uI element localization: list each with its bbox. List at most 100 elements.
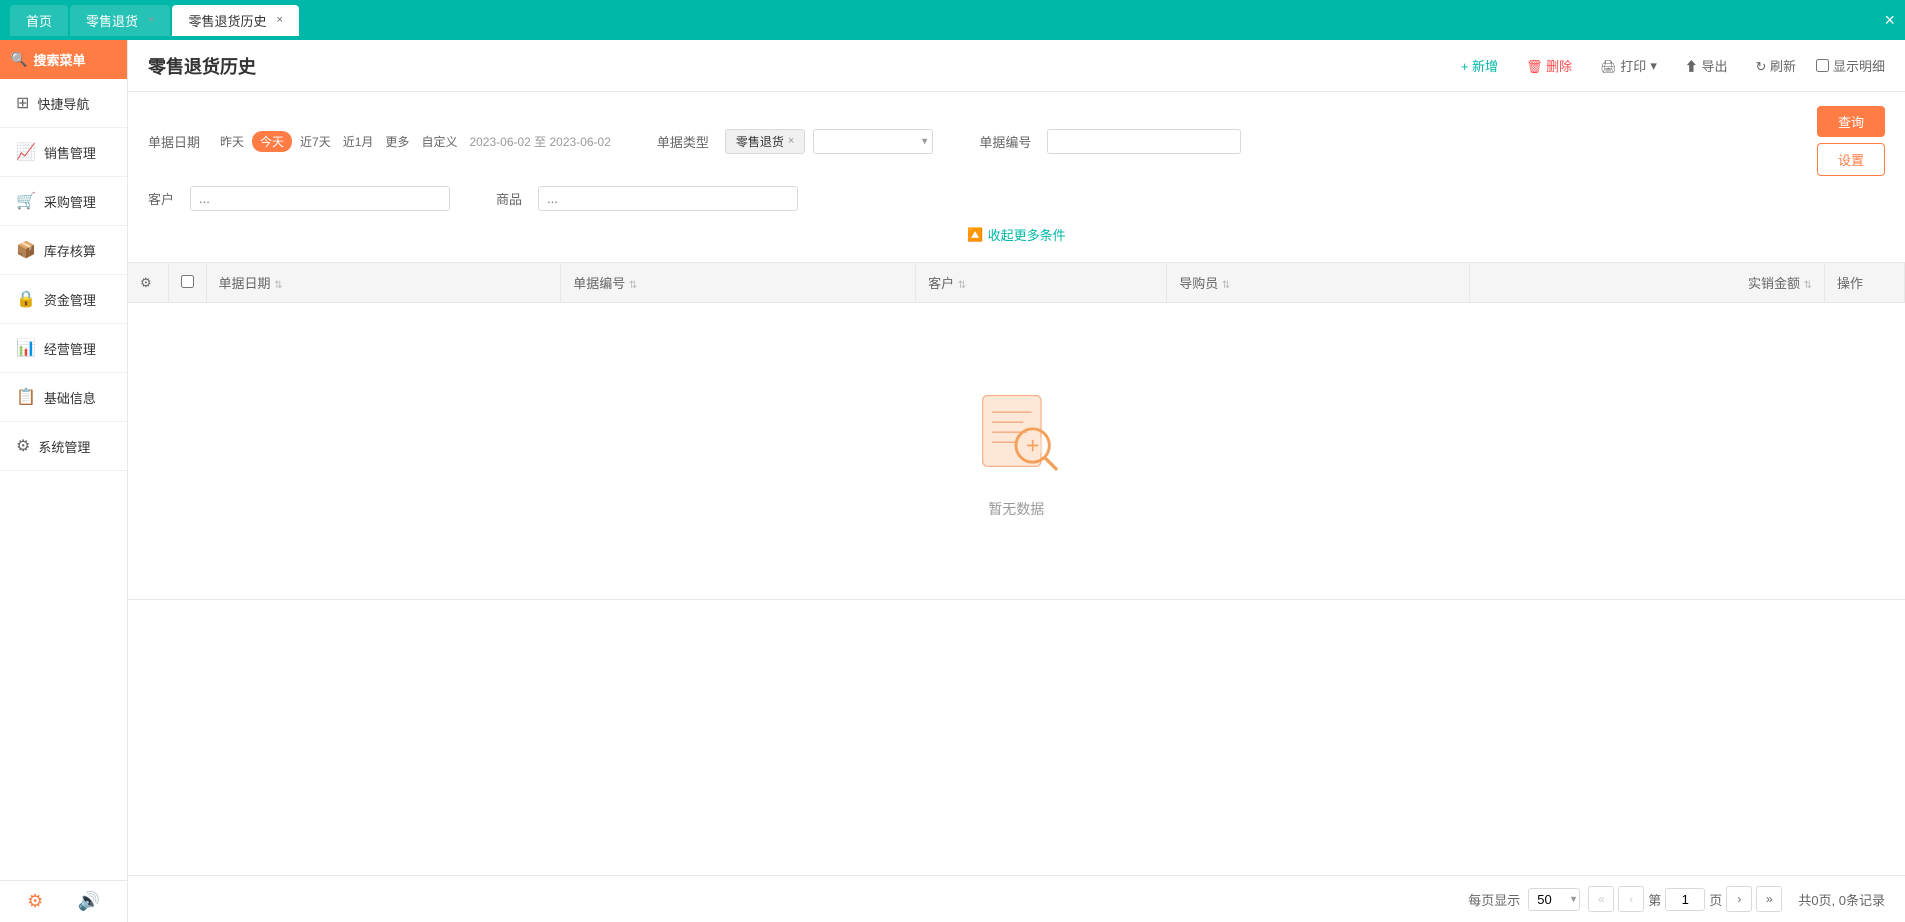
type-filter-label: 单据类型 xyxy=(657,132,709,151)
query-button[interactable]: 查询 xyxy=(1817,106,1885,137)
next-page-button[interactable]: › xyxy=(1726,886,1752,912)
customer-filter-input[interactable] xyxy=(190,186,450,211)
table-body: 暂无数据 xyxy=(128,303,1905,600)
th-date[interactable]: 单据日期 xyxy=(206,263,561,303)
th-check[interactable] xyxy=(168,263,206,303)
basic-info-icon: 📋 xyxy=(16,387,36,407)
header-actions: + 新增 🗑 删除 🖨 打印 ▾ ⬆ 导出 ↻ 刷新 显示明细 xyxy=(1453,52,1885,79)
display-switch-label: 显示明细 xyxy=(1833,56,1885,75)
refresh-label: ↻ 刷新 xyxy=(1755,56,1796,75)
page-header: 零售退货历史 + 新增 🗑 删除 🖨 打印 ▾ ⬆ 导出 ↻ 刷新 xyxy=(128,40,1905,92)
sidebar-item-quick-nav[interactable]: ⊞ 快捷导航 xyxy=(0,79,127,128)
th-number[interactable]: 单据编号 xyxy=(561,263,916,303)
page-input[interactable] xyxy=(1665,888,1705,911)
sidebar-item-inventory-label: 库存核算 xyxy=(44,241,96,260)
system-icon: ⚙ xyxy=(16,436,30,456)
print-dropdown-icon[interactable]: ▾ xyxy=(1650,58,1657,74)
settings-button[interactable]: 设置 xyxy=(1817,143,1885,176)
sidebar-search-label: 搜索菜单 xyxy=(33,50,85,69)
sidebar-item-operations[interactable]: 📊 经营管理 xyxy=(0,324,127,373)
tab-home[interactable]: 首页 xyxy=(10,5,68,36)
date-btn-yesterday[interactable]: 昨天 xyxy=(216,131,248,152)
last-page-button[interactable]: » xyxy=(1756,886,1782,912)
sidebar-item-sales-label: 销售管理 xyxy=(44,143,96,162)
tab-return-history-close[interactable]: × xyxy=(276,14,282,26)
sidebar-item-operations-label: 经营管理 xyxy=(44,339,96,358)
collapse-button[interactable]: 🔼 收起更多条件 xyxy=(955,221,1077,248)
audio-footer-icon[interactable]: 🔊 xyxy=(77,891,99,912)
sales-icon: 📈 xyxy=(16,142,36,162)
type-select[interactable] xyxy=(813,129,933,154)
window-close-button[interactable]: × xyxy=(1884,10,1895,31)
table-header: ⚙ 单据日期 单据编号 客户 xyxy=(128,263,1905,303)
operations-icon: 📊 xyxy=(16,338,36,358)
filter-row-1: 单据日期 昨天 今天 近7天 近1月 更多 自定义 2023-06-02 至 2… xyxy=(148,106,1885,176)
sidebar-item-basic-info[interactable]: 📋 基础信息 xyxy=(0,373,127,422)
sidebar-item-purchase-mgmt[interactable]: 🛒 采购管理 xyxy=(0,177,127,226)
sidebar: 🔍 搜索菜单 ⊞ 快捷导航 📈 销售管理 🛒 采购管理 📦 库存核算 🔒 xyxy=(0,40,128,922)
th-amount[interactable]: 实销金额 xyxy=(1470,263,1825,303)
date-btn-1month[interactable]: 近1月 xyxy=(339,131,378,152)
content-area: 零售退货历史 + 新增 🗑 删除 🖨 打印 ▾ ⬆ 导出 ↻ 刷新 xyxy=(128,40,1905,922)
sidebar-item-finance[interactable]: 🔒 资金管理 xyxy=(0,275,127,324)
settings-footer-icon[interactable]: ⚙ xyxy=(27,891,43,912)
tab-return-close[interactable]: × xyxy=(148,14,154,26)
type-tag-value: 零售退货 xyxy=(736,133,784,150)
select-all-checkbox[interactable] xyxy=(181,275,194,288)
page-label: 第 xyxy=(1648,890,1661,909)
display-switch[interactable]: 显示明细 xyxy=(1816,56,1885,75)
per-page-label: 每页显示 xyxy=(1468,890,1520,909)
date-range-display: 2023-06-02 至 2023-06-02 xyxy=(469,133,610,150)
th-customer[interactable]: 客户 xyxy=(916,263,1167,303)
th-actions: 操作 xyxy=(1825,263,1905,303)
tab-home-label: 首页 xyxy=(26,11,52,30)
sidebar-item-basic-info-label: 基础信息 xyxy=(44,388,96,407)
delete-label: 🗑 删除 xyxy=(1526,56,1572,75)
sidebar-item-sales-mgmt[interactable]: 📈 销售管理 xyxy=(0,128,127,177)
tab-return-history[interactable]: 零售退货历史 × xyxy=(172,5,298,36)
date-btn-more[interactable]: 更多 xyxy=(381,131,413,152)
empty-state: 暂无数据 xyxy=(128,303,1905,599)
date-btn-today[interactable]: 今天 xyxy=(252,131,292,152)
sidebar-footer: ⚙ 🔊 xyxy=(0,880,127,922)
pagination-bar: 每页显示 20 50 100 « ‹ 第 页 › » 共0页, 0条记录 xyxy=(128,875,1905,922)
number-filter-input[interactable] xyxy=(1047,129,1241,154)
date-btn-custom[interactable]: 自定义 xyxy=(417,131,461,152)
print-label: 🖨 打印 xyxy=(1600,56,1646,75)
sidebar-item-quick-nav-label: 快捷导航 xyxy=(37,94,89,113)
tab-return-label: 零售退货 xyxy=(86,11,138,30)
th-gear[interactable]: ⚙ xyxy=(128,263,168,303)
goods-filter-input[interactable] xyxy=(538,186,798,211)
sidebar-item-inventory[interactable]: 📦 库存核算 xyxy=(0,226,127,275)
goods-filter-label: 商品 xyxy=(496,189,522,208)
per-page-select-wrapper: 20 50 100 xyxy=(1528,888,1580,911)
sidebar-items: ⊞ 快捷导航 📈 销售管理 🛒 采购管理 📦 库存核算 🔒 资金管理 📊 xyxy=(0,79,127,880)
date-btn-7days[interactable]: 近7天 xyxy=(296,131,335,152)
prev-page-button[interactable]: ‹ xyxy=(1618,886,1644,912)
inventory-icon: 📦 xyxy=(16,240,36,260)
print-button[interactable]: 🖨 打印 ▾ xyxy=(1592,52,1665,79)
export-button[interactable]: ⬆ 导出 xyxy=(1677,52,1736,79)
delete-button[interactable]: 🗑 删除 xyxy=(1518,52,1580,79)
display-switch-checkbox[interactable] xyxy=(1816,59,1829,72)
tab-return-history-label: 零售退货历史 xyxy=(188,11,266,30)
type-tag: 零售退货 × xyxy=(725,129,805,154)
sidebar-item-system-label: 系统管理 xyxy=(38,437,90,456)
collapse-label: 收起更多条件 xyxy=(988,225,1066,244)
refresh-button[interactable]: ↻ 刷新 xyxy=(1747,52,1804,79)
page-unit: 页 xyxy=(1709,890,1722,909)
finance-icon: 🔒 xyxy=(16,289,36,309)
type-tag-close[interactable]: × xyxy=(788,135,794,147)
tab-return[interactable]: 零售退货 × xyxy=(70,5,170,36)
per-page-select[interactable]: 20 50 100 xyxy=(1528,888,1580,911)
customer-filter-label: 客户 xyxy=(148,189,174,208)
sidebar-item-system-mgmt[interactable]: ⚙ 系统管理 xyxy=(0,422,127,471)
th-guide[interactable]: 导购员 xyxy=(1167,263,1470,303)
new-button[interactable]: + 新增 xyxy=(1453,52,1506,79)
export-label: ⬆ 导出 xyxy=(1685,56,1728,75)
sidebar-item-purchase-label: 采购管理 xyxy=(44,192,96,211)
first-page-button[interactable]: « xyxy=(1588,886,1614,912)
date-filters: 昨天 今天 近7天 近1月 更多 自定义 2023-06-02 至 2023-0… xyxy=(216,131,611,152)
sidebar-search[interactable]: 🔍 搜索菜单 xyxy=(0,40,127,79)
date-filter-label: 单据日期 xyxy=(148,132,200,151)
